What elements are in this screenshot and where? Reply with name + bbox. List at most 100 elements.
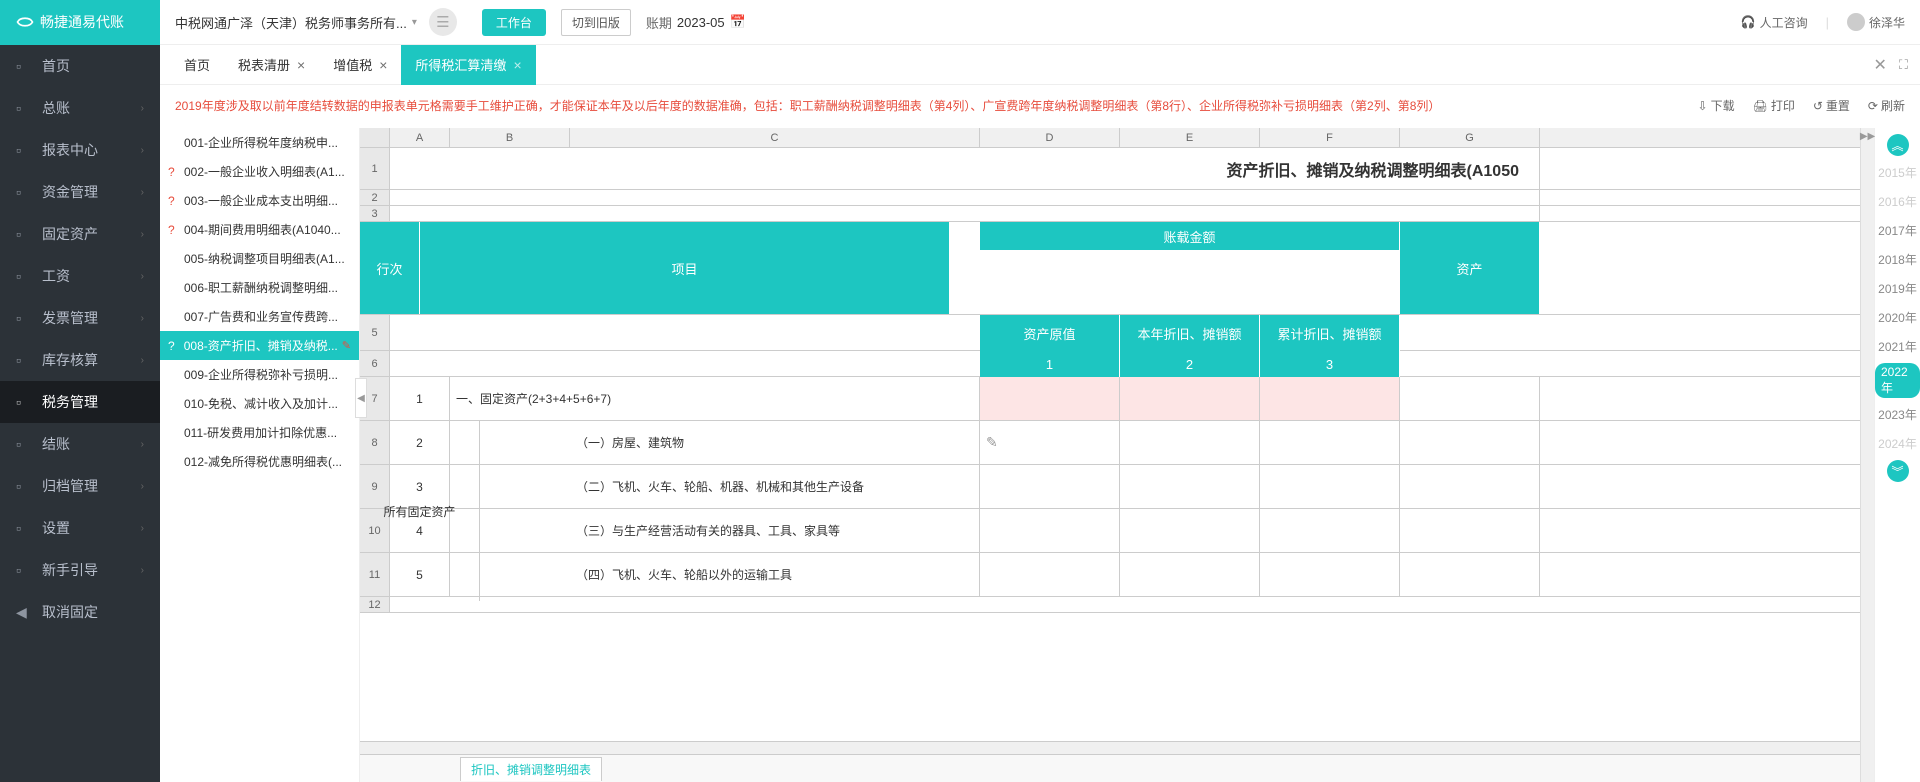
reset-button[interactable]: ↺重置 xyxy=(1813,97,1850,116)
sidebar-item-tax[interactable]: ▫税务管理 xyxy=(0,381,160,423)
year-item[interactable]: 2018年 xyxy=(1878,247,1917,272)
year-up-button[interactable]: ︽ xyxy=(1887,134,1909,156)
col-item: 项目 xyxy=(420,222,950,314)
cell[interactable] xyxy=(1260,377,1400,420)
cancel-pin-button[interactable]: ◀取消固定 xyxy=(0,591,160,633)
year-item[interactable]: 2023年 xyxy=(1878,402,1917,427)
form-list-item[interactable]: 007-广告费和业务宣传费跨... xyxy=(160,302,359,331)
row-header[interactable]: 2 xyxy=(360,190,390,205)
tab-税表清册[interactable]: 税表清册× xyxy=(224,45,319,85)
col-header[interactable]: E xyxy=(1120,128,1260,147)
cell[interactable] xyxy=(1400,377,1540,420)
cell[interactable] xyxy=(1120,509,1260,552)
user-menu[interactable]: 徐泽华 xyxy=(1847,13,1905,31)
form-list-item[interactable]: 010-免税、减计收入及加计... xyxy=(160,389,359,418)
form-list-item[interactable]: ?003-一般企业成本支出明细... xyxy=(160,186,359,215)
support-button[interactable]: 🎧 人工咨询 xyxy=(1741,14,1808,31)
year-item[interactable]: 2019年 xyxy=(1878,276,1917,301)
sidebar-item-ledger[interactable]: ▫总账› xyxy=(0,87,160,129)
switch-old-button[interactable]: 切到旧版 xyxy=(561,9,631,36)
sidebar-item-home[interactable]: ▫首页 xyxy=(0,45,160,87)
sidebar-item-guide[interactable]: ▫新手引导› xyxy=(0,549,160,591)
cell[interactable] xyxy=(980,509,1120,552)
col-header[interactable]: F xyxy=(1260,128,1400,147)
col-header[interactable]: G xyxy=(1400,128,1540,147)
year-item[interactable]: 2022年 xyxy=(1875,363,1920,398)
cell[interactable]: ✎ xyxy=(980,421,1120,464)
cell[interactable] xyxy=(1400,421,1540,464)
form-list-item[interactable]: 012-减免所得税优惠明细表(... xyxy=(160,447,359,476)
col-header[interactable]: C xyxy=(570,128,980,147)
pin-icon: ◀ xyxy=(16,604,32,620)
sidebar-item-invoice[interactable]: ▫发票管理› xyxy=(0,297,160,339)
cell[interactable] xyxy=(1260,465,1400,508)
sidebar-item-settings[interactable]: ▫设置› xyxy=(0,507,160,549)
sheet-right-nav[interactable]: ▶▶ xyxy=(1860,128,1874,782)
refresh-button[interactable]: ⟳刷新 xyxy=(1868,97,1905,116)
home-icon: ▫ xyxy=(16,58,32,74)
collapse-sidebar-button[interactable]: ◀ xyxy=(355,378,367,418)
cell[interactable] xyxy=(1400,465,1540,508)
cell[interactable] xyxy=(1120,421,1260,464)
cell[interactable] xyxy=(1260,421,1400,464)
close-all-icon[interactable]: ✕ xyxy=(1873,55,1886,75)
close-icon[interactable]: × xyxy=(379,57,387,73)
form-list-item[interactable]: ?002-一般企业收入明细表(A1... xyxy=(160,157,359,186)
form-list-item[interactable]: 005-纳税调整项目明细表(A1... xyxy=(160,244,359,273)
cell[interactable] xyxy=(1400,509,1540,552)
cell[interactable] xyxy=(1120,553,1260,596)
sidebar-item-report[interactable]: ▫报表中心› xyxy=(0,129,160,171)
row-header[interactable]: 1 xyxy=(360,148,390,189)
col-header[interactable]: D xyxy=(980,128,1120,147)
print-button[interactable]: 🖨打印 xyxy=(1753,97,1795,116)
tab-增值税[interactable]: 增值税× xyxy=(319,45,401,85)
sidebar-item-archive[interactable]: ▫归档管理› xyxy=(0,465,160,507)
form-list-item[interactable]: 011-研发费用加计扣除优惠... xyxy=(160,418,359,447)
sidebar-item-fund[interactable]: ▫资金管理› xyxy=(0,171,160,213)
sheet-tab[interactable]: 折旧、摊销调整明细表 xyxy=(460,757,602,781)
sidebar-item-close-acct[interactable]: ▫结账› xyxy=(0,423,160,465)
tab-首页[interactable]: 首页 xyxy=(170,45,224,85)
sidebar-item-asset[interactable]: ▫固定资产› xyxy=(0,213,160,255)
year-item[interactable]: 2017年 xyxy=(1878,218,1917,243)
cell[interactable] xyxy=(1260,553,1400,596)
download-button[interactable]: ⇩下载 xyxy=(1698,97,1735,116)
company-file-icon[interactable]: ☰ xyxy=(429,8,457,36)
calendar-icon[interactable]: 📅 xyxy=(730,14,746,30)
cell[interactable] xyxy=(1400,553,1540,596)
form-list-item[interactable]: 001-企业所得税年度纳税申... xyxy=(160,128,359,157)
sheet-body[interactable]: 1资产折旧、摊销及纳税调整明细表(A1050234行次项目账载金额资产5资产原值… xyxy=(360,148,1874,741)
sidebar-item-inventory[interactable]: ▫库存核算› xyxy=(0,339,160,381)
cell[interactable] xyxy=(1120,377,1260,420)
fund-icon: ▫ xyxy=(16,184,32,200)
nav-right-icon[interactable]: ▶▶ xyxy=(1861,128,1874,145)
fullscreen-icon[interactable]: ⛶ xyxy=(1899,57,1908,73)
form-list-item[interactable]: ?008-资产折旧、摊销及纳税...✎ xyxy=(160,331,359,360)
cell[interactable] xyxy=(980,553,1120,596)
cell[interactable] xyxy=(980,465,1120,508)
logo-icon xyxy=(15,12,35,32)
row-header[interactable]: 5 xyxy=(360,315,390,350)
workspace-button[interactable]: 工作台 xyxy=(482,9,546,36)
cell[interactable] xyxy=(1260,509,1400,552)
form-list-item[interactable]: 006-职工薪酬纳税调整明细... xyxy=(160,273,359,302)
form-list-item[interactable]: 009-企业所得税弥补亏损明... xyxy=(160,360,359,389)
col-header[interactable]: A xyxy=(390,128,450,147)
year-item[interactable]: 2021年 xyxy=(1878,334,1917,359)
year-item[interactable]: 2020年 xyxy=(1878,305,1917,330)
close-icon[interactable]: × xyxy=(297,57,305,73)
cell[interactable] xyxy=(1120,465,1260,508)
form-list-item[interactable]: ?004-期间费用明细表(A1040... xyxy=(160,215,359,244)
row-header[interactable]: 6 xyxy=(360,351,390,376)
sidebar-item-salary[interactable]: ▫工资› xyxy=(0,255,160,297)
close-icon[interactable]: × xyxy=(513,57,521,73)
company-select[interactable]: 中税网通广泽（天津）税务师事务所有... ▾ xyxy=(175,13,417,32)
col-header[interactable]: B xyxy=(450,128,570,147)
tab-所得税汇算清缴[interactable]: 所得税汇算清缴× xyxy=(401,45,535,85)
select-all-corner[interactable] xyxy=(360,128,390,147)
year-down-button[interactable]: ︾ xyxy=(1887,460,1909,482)
row-header[interactable]: 3 xyxy=(360,206,390,221)
h-scrollbar-area[interactable] xyxy=(360,741,1874,754)
cell[interactable] xyxy=(980,377,1120,420)
sheet-title: 资产折旧、摊销及纳税调整明细表(A1050 xyxy=(390,148,1540,189)
